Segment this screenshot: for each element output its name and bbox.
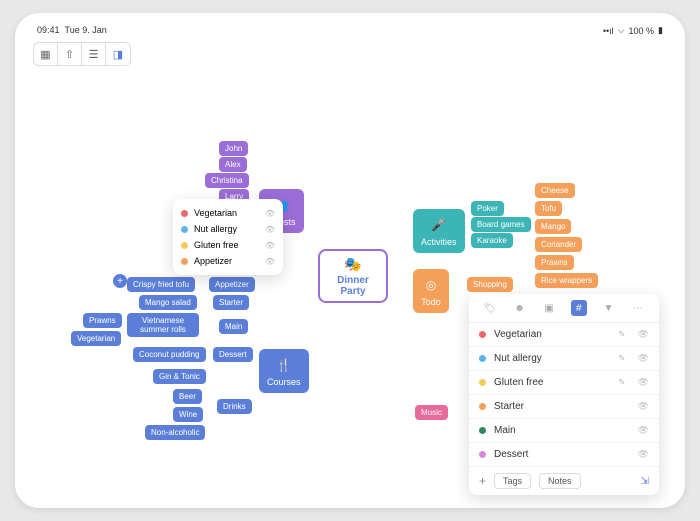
course-starter[interactable]: Starter [213,295,249,310]
dish-crispy[interactable]: Crispy fried tofu [127,277,195,292]
panel-row[interactable]: Main👁 [469,419,659,443]
collapse-icon[interactable]: ⇲ [641,476,649,487]
dot-icon [479,403,486,410]
dot-icon [181,226,188,233]
drink-wine[interactable]: Wine [173,407,203,422]
status-bar: 09:41 Tue 9. Jan ••ıl ⌵ 100 % ▮ [33,23,667,38]
dish-viet[interactable]: Vietnamese summer rolls [127,313,199,337]
todo-shopping[interactable]: Shopping [467,277,513,292]
course-main[interactable]: Main [219,319,248,334]
item-prawns[interactable]: Prawns [535,255,574,270]
edit-icon[interactable]: ✎ [618,329,626,340]
tab-filter-icon[interactable]: ▼ [600,300,616,316]
status-time: 09:41 Tue 9. Jan [37,25,107,36]
guest-alex[interactable]: Alex [219,157,247,172]
tooltip-row[interactable]: Vegetarian👁 [179,205,277,221]
course-dessert[interactable]: Dessert [213,347,253,362]
branch-courses[interactable]: 🍴 Courses [259,349,309,393]
panel-tabs: 🏷 ☻ ▣ # ▼ ⋯ [469,294,659,323]
tab-emoji-icon[interactable]: ☻ [511,300,527,316]
tablet-frame: 09:41 Tue 9. Jan ••ıl ⌵ 100 % ▮ ▦ ⇧ ☰ ◨ … [15,13,685,508]
edit-icon[interactable]: ✎ [618,377,626,388]
add-tag-button[interactable]: + [479,474,486,488]
eye-icon[interactable]: 👁 [265,241,275,250]
notes-tab[interactable]: Notes [539,473,581,489]
dot-icon [181,210,188,217]
tooltip-row[interactable]: Gluten free👁 [179,237,277,253]
eye-icon[interactable]: 👁 [638,353,649,364]
dish-coconut[interactable]: Coconut pudding [133,347,206,362]
status-right: ••ıl ⌵ 100 % ▮ [603,25,663,36]
eye-icon[interactable]: 👁 [265,209,275,218]
activity-board[interactable]: Board games [471,217,531,232]
drink-beer[interactable]: Beer [173,389,202,404]
eye-icon[interactable]: 👁 [638,377,649,388]
eye-icon[interactable]: 👁 [638,425,649,436]
dot-icon [479,427,486,434]
item-rice[interactable]: Rice wrappers [535,273,598,288]
signal-icon: ••ıl [603,26,614,36]
wifi-icon: ⌵ [618,25,625,36]
eye-icon[interactable]: 👁 [638,329,649,340]
center-node[interactable]: 🎭 Dinner Party [318,249,388,303]
item-cheese[interactable]: Cheese [535,183,575,198]
dot-icon [479,379,486,386]
mask-icon: 🎭 [344,256,361,273]
tooltip-row[interactable]: Nut allergy👁 [179,221,277,237]
battery-icon: ▮ [658,25,663,36]
panel-row[interactable]: Gluten free✎👁 [469,371,659,395]
center-line2: Party [340,286,365,297]
eye-icon[interactable]: 👁 [265,257,275,266]
mindmap-canvas[interactable]: 🎭 Dinner Party 👥 Guests John Alex Christ… [33,49,667,498]
tooltip-row[interactable]: Appetizer👁 [179,253,277,269]
item-tofu[interactable]: Tofu [535,201,562,216]
guest-christina[interactable]: Christina [205,173,249,188]
branch-music[interactable]: Music [415,405,448,420]
mic-icon: 🎤 [429,215,449,235]
panel-row[interactable]: Nut allergy✎👁 [469,347,659,371]
branch-activities[interactable]: 🎤 Activities [413,209,465,253]
dish-prawns[interactable]: Prawns [83,313,122,328]
eye-icon[interactable]: 👁 [265,225,275,234]
tag-tooltip: Vegetarian👁 Nut allergy👁 Gluten free👁 Ap… [173,199,283,275]
target-icon: ◎ [421,275,441,295]
panel-row[interactable]: Starter👁 [469,395,659,419]
eye-icon[interactable]: 👁 [638,449,649,460]
panel-footer: + Tags Notes ⇲ [469,467,659,495]
edit-icon[interactable]: ✎ [618,353,626,364]
dish-veg[interactable]: Vegetarian [71,331,121,346]
panel-row[interactable]: Vegetarian✎👁 [469,323,659,347]
activity-poker[interactable]: Poker [471,201,504,216]
tab-hash-icon[interactable]: # [571,300,587,316]
center-line1: Dinner [337,275,369,286]
course-appetizer[interactable]: Appetizer [209,277,255,292]
dot-icon [181,242,188,249]
tab-image-icon[interactable]: ▣ [541,300,557,316]
item-coriander[interactable]: Coriander [535,237,582,252]
drink-nonalc[interactable]: Non-alcoholic [145,425,205,440]
tab-more-icon[interactable]: ⋯ [630,300,646,316]
dot-icon [479,331,486,338]
activity-karaoke[interactable]: Karaoke [471,233,513,248]
eye-icon[interactable]: 👁 [638,401,649,412]
course-drinks[interactable]: Drinks [217,399,252,414]
dot-icon [479,355,486,362]
branch-todo[interactable]: ◎ Todo [413,269,449,313]
dot-icon [181,258,188,265]
dot-icon [479,451,486,458]
courses-icon: 🍴 [274,355,294,375]
dish-mango[interactable]: Mango salad [139,295,197,310]
drink-gin[interactable]: Gin & Tonic [153,369,206,384]
item-mango[interactable]: Mango [535,219,571,234]
tab-tag-icon[interactable]: 🏷 [482,300,498,316]
tags-tab[interactable]: Tags [494,473,531,489]
guest-john[interactable]: John [219,141,248,156]
panel-row[interactable]: Dessert👁 [469,443,659,467]
tags-panel: 🏷 ☻ ▣ # ▼ ⋯ Vegetarian✎👁 Nut allergy✎👁 G… [469,294,659,495]
add-node-button[interactable]: + [113,274,127,288]
battery-label: 100 % [629,26,655,36]
